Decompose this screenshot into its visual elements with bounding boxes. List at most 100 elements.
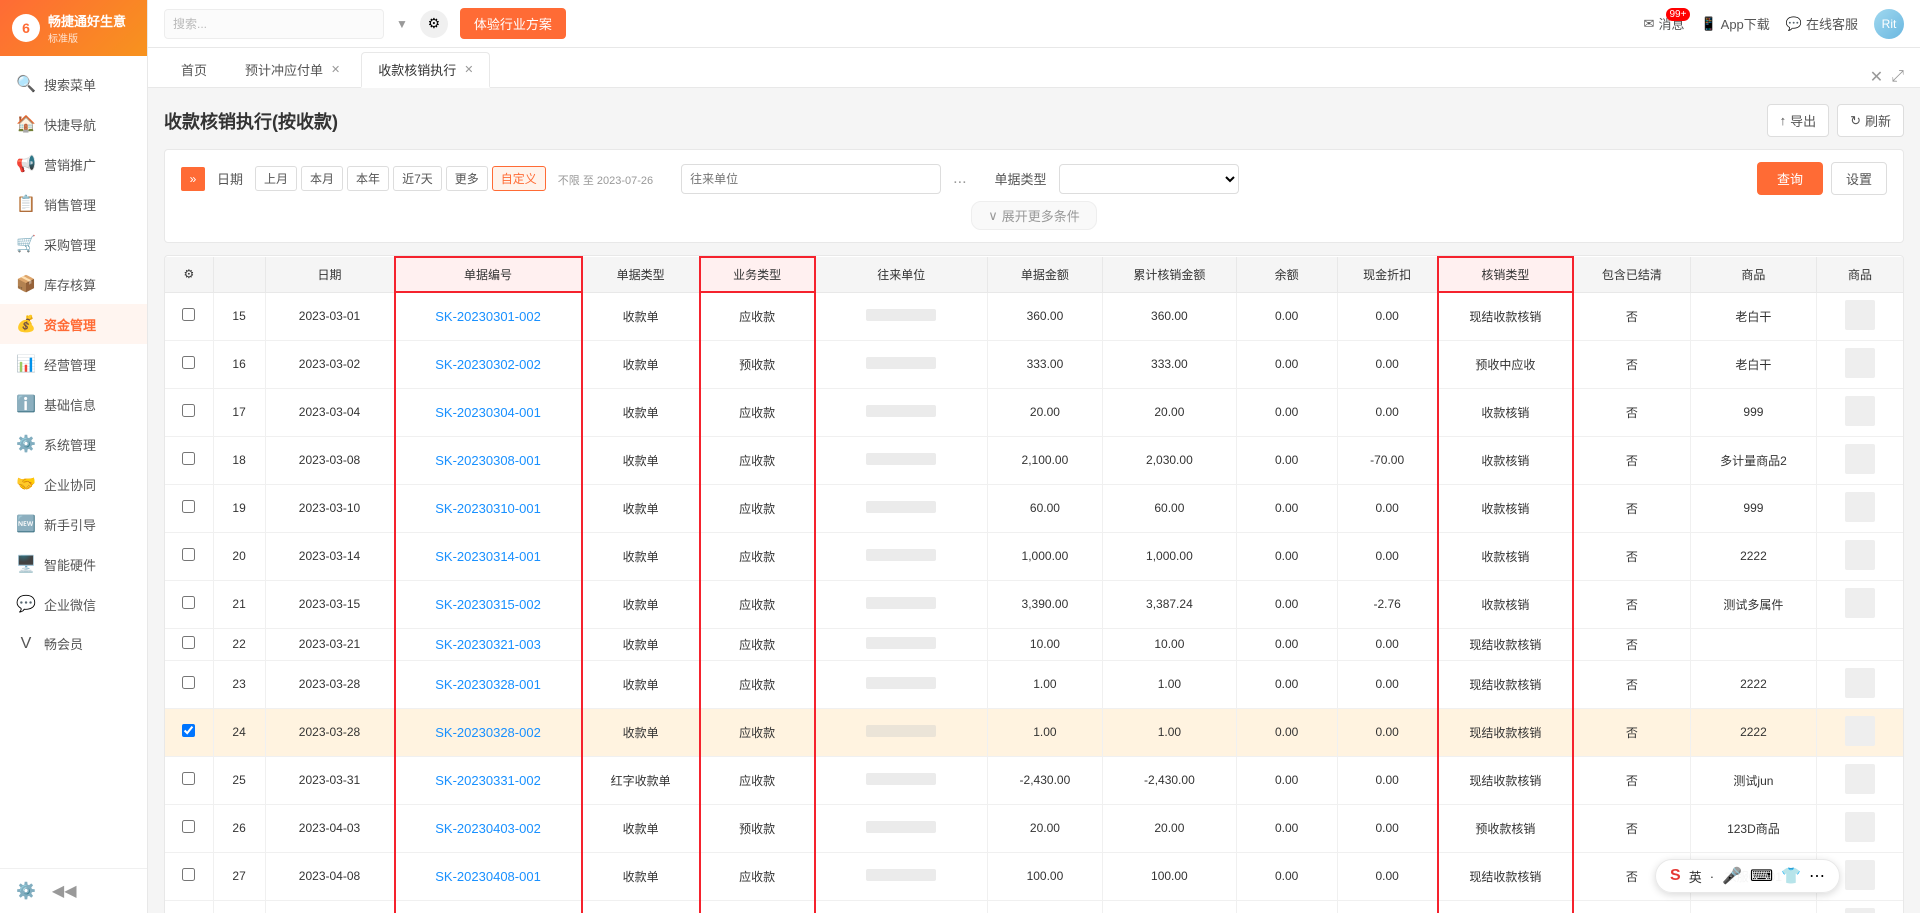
bill-no-link[interactable]: SK-20230310-001	[435, 501, 541, 516]
bill-no-link[interactable]: SK-20230314-001	[435, 549, 541, 564]
bill-no-link[interactable]: SK-20230331-002	[435, 773, 541, 788]
expand-more-btn[interactable]: ∨ 展开更多条件	[971, 201, 1097, 230]
sidebar-item-ops[interactable]: 📊经营管理	[0, 344, 147, 384]
sidebar-item-corp[interactable]: 🤝企业协同	[0, 464, 147, 504]
cell-billamount: 10.00	[987, 628, 1102, 660]
tab-payable-close[interactable]: ✕	[331, 63, 340, 76]
sidebar-item-quicknav[interactable]: 🏠快捷导航	[0, 104, 147, 144]
sidebar-item-sales[interactable]: 📋销售管理	[0, 184, 147, 224]
table-row[interactable]: 23 2023-03-28 SK-20230328-001 收款单 应收款 1.…	[165, 660, 1903, 708]
sidebar-item-search[interactable]: 🔍搜索菜单	[0, 64, 147, 104]
table-row[interactable]: 18 2023-03-08 SK-20230308-001 收款单 应收款 2,…	[165, 436, 1903, 484]
table-row[interactable]: 17 2023-03-04 SK-20230304-001 收款单 应收款 20…	[165, 388, 1903, 436]
table-row[interactable]: 22 2023-03-21 SK-20230321-003 收款单 应收款 10…	[165, 628, 1903, 660]
cell-checkbox[interactable]	[165, 756, 213, 804]
topbar-settings-btn[interactable]: ⚙	[420, 10, 448, 38]
tab-payable[interactable]: 预计冲应付单 ✕	[228, 51, 357, 87]
cell-checkbox[interactable]	[165, 292, 213, 340]
table-row[interactable]: 28 2023-04-18 SK-20230418-001 收款单 应收款 10…	[165, 900, 1903, 913]
table-scroll[interactable]: ⚙ 日期 单据编号 单据类型 业务类型 往来单位 单据金额 累计核销金额 余额 …	[165, 256, 1903, 913]
sidebar-item-system[interactable]: ⚙️系统管理	[0, 424, 147, 464]
filter-last-month[interactable]: 上月	[255, 166, 297, 191]
filter-bill-type-select[interactable]	[1059, 164, 1239, 194]
cell-checkbox[interactable]	[165, 900, 213, 913]
filter-custom-date[interactable]: 自定义	[492, 166, 546, 191]
filter-7days[interactable]: 近7天	[393, 166, 442, 191]
filter-this-year[interactable]: 本年	[347, 166, 389, 191]
tab-collection[interactable]: 收款核销执行 ✕	[361, 52, 490, 88]
filter-dots[interactable]: ...	[953, 170, 966, 188]
message-btn[interactable]: ✉ 消息 99+	[1644, 14, 1685, 33]
cell-checkbox[interactable]	[165, 660, 213, 708]
bill-no-link[interactable]: SK-20230302-002	[435, 357, 541, 372]
cell-checkbox[interactable]	[165, 340, 213, 388]
cell-checkbox[interactable]	[165, 580, 213, 628]
floating-keyboard-icon[interactable]: ⌨	[1750, 866, 1773, 886]
tab-collection-close[interactable]: ✕	[464, 63, 473, 76]
settings-footer-icon[interactable]: ⚙️	[16, 881, 36, 901]
sidebar-item-purchase[interactable]: 🛒采购管理	[0, 224, 147, 264]
cell-checkbox[interactable]	[165, 852, 213, 900]
cell-checkbox[interactable]	[165, 804, 213, 852]
bill-no-link[interactable]: SK-20230308-001	[435, 453, 541, 468]
refresh-button[interactable]: ↻ 刷新	[1837, 104, 1904, 137]
floating-mic-icon[interactable]: 🎤	[1722, 866, 1742, 886]
app-download-btn[interactable]: 📱 App下载	[1700, 14, 1769, 33]
cell-totalwriteoff: 360.00	[1102, 292, 1236, 340]
query-button[interactable]: 查询	[1757, 162, 1823, 195]
col-settings-header[interactable]: ⚙	[165, 257, 213, 292]
table-row[interactable]: 19 2023-03-10 SK-20230310-001 收款单 应收款 60…	[165, 484, 1903, 532]
sidebar-item-hardware[interactable]: 🖥️智能硬件	[0, 544, 147, 584]
export-button[interactable]: ↑ 导出	[1767, 104, 1830, 137]
sidebar-item-basic[interactable]: ℹ️基础信息	[0, 384, 147, 424]
table-row[interactable]: 20 2023-03-14 SK-20230314-001 收款单 应收款 1,…	[165, 532, 1903, 580]
filter-expand-btn[interactable]: »	[181, 167, 205, 191]
filter-this-month[interactable]: 本月	[301, 166, 343, 191]
bill-no-link[interactable]: SK-20230304-001	[435, 405, 541, 420]
floating-shirt-icon[interactable]: 👕	[1781, 866, 1801, 886]
tab-expand-icon[interactable]: ⤢	[1891, 68, 1904, 86]
sidebar-item-inventory[interactable]: 📦库存核算	[0, 264, 147, 304]
cell-checkbox[interactable]	[165, 436, 213, 484]
sidebar-item-member[interactable]: V畅会员	[0, 624, 147, 663]
bill-no-link[interactable]: SK-20230403-002	[435, 821, 541, 836]
sidebar-item-guide[interactable]: 🆕新手引导	[0, 504, 147, 544]
setting-button[interactable]: 设置	[1831, 162, 1887, 195]
table-row[interactable]: 16 2023-03-02 SK-20230302-002 收款单 预收款 33…	[165, 340, 1903, 388]
bill-no-link[interactable]: SK-20230315-002	[435, 597, 541, 612]
cell-checkbox[interactable]	[165, 628, 213, 660]
sidebar-item-marketing[interactable]: 📢营销推广	[0, 144, 147, 184]
cell-checkbox[interactable]	[165, 388, 213, 436]
collapse-icon[interactable]: ◀◀	[52, 881, 77, 901]
filter-partner-input[interactable]	[681, 164, 941, 194]
floating-s-icon[interactable]: S	[1670, 867, 1681, 885]
bill-no-link[interactable]: SK-20230301-002	[435, 309, 541, 324]
table-row[interactable]: 26 2023-04-03 SK-20230403-002 收款单 预收款 20…	[165, 804, 1903, 852]
bill-no-link[interactable]: SK-20230328-002	[435, 725, 541, 740]
avatar[interactable]: Rit	[1874, 9, 1904, 39]
table-row[interactable]: 25 2023-03-31 SK-20230331-002 红字收款单 应收款 …	[165, 756, 1903, 804]
topbar-dropdown[interactable]: ▼	[396, 17, 408, 31]
table-row[interactable]: 24 2023-03-28 SK-20230328-002 收款单 应收款 1.…	[165, 708, 1903, 756]
tab-actions: ✕ ⤢	[1870, 67, 1904, 87]
tab-home[interactable]: 首页	[164, 51, 224, 87]
floating-more-icon[interactable]: ⋯	[1809, 866, 1825, 886]
bill-no-link[interactable]: SK-20230408-001	[435, 869, 541, 884]
table-row[interactable]: 27 2023-04-08 SK-20230408-001 收款单 应收款 10…	[165, 852, 1903, 900]
table-row[interactable]: 15 2023-03-01 SK-20230301-002 收款单 应收款 36…	[165, 292, 1903, 340]
topbar-search-input[interactable]	[164, 9, 384, 39]
cell-checkbox[interactable]	[165, 484, 213, 532]
online-service-btn[interactable]: 💬 在线客服	[1786, 14, 1858, 33]
filter-more-date[interactable]: 更多	[446, 166, 488, 191]
tab-close-all-icon[interactable]: ✕	[1870, 67, 1883, 87]
bill-no-link[interactable]: SK-20230328-001	[435, 677, 541, 692]
cell-checkbox[interactable]	[165, 708, 213, 756]
floating-lang-icon[interactable]: 英	[1689, 867, 1702, 886]
solution-button[interactable]: 体验行业方案	[460, 8, 566, 39]
cell-checkbox[interactable]	[165, 532, 213, 580]
cell-partner	[815, 388, 988, 436]
bill-no-link[interactable]: SK-20230321-003	[435, 637, 541, 652]
sidebar-item-wechat[interactable]: 💬企业微信	[0, 584, 147, 624]
table-row[interactable]: 21 2023-03-15 SK-20230315-002 收款单 应收款 3,…	[165, 580, 1903, 628]
sidebar-item-finance[interactable]: 💰资金管理	[0, 304, 147, 344]
